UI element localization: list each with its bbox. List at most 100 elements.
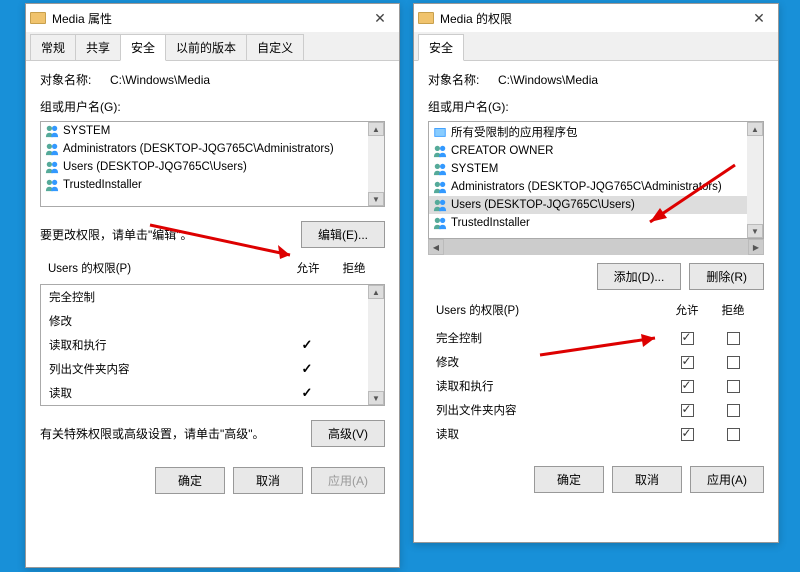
list-item-label: 所有受限制的应用程序包 bbox=[451, 124, 578, 140]
users-listbox[interactable]: SYSTEM Administrators (DESKTOP-JQG765C\A… bbox=[40, 121, 385, 207]
permissions-label: Users 的权限(P) bbox=[48, 260, 285, 276]
deny-checkbox[interactable] bbox=[710, 356, 756, 369]
scrollbar-vertical[interactable]: ▲▼ bbox=[368, 285, 384, 405]
table-row: 完全控制 bbox=[428, 326, 764, 350]
permissions-label: Users 的权限(P) bbox=[436, 302, 664, 318]
list-item[interactable]: Users (DESKTOP-JQG765C\Users) bbox=[41, 158, 384, 176]
scroll-up-icon[interactable]: ▲ bbox=[368, 122, 384, 136]
scroll-left-icon[interactable]: ◀ bbox=[428, 239, 444, 255]
list-item[interactable]: 所有受限制的应用程序包 bbox=[429, 122, 763, 142]
tab-security[interactable]: 安全 bbox=[120, 34, 166, 61]
scrollbar-vertical[interactable]: ▲▼ bbox=[747, 122, 763, 238]
allow-checkbox[interactable] bbox=[664, 356, 710, 369]
table-row: 写入 bbox=[41, 405, 384, 406]
perm-name: 修改 bbox=[49, 313, 284, 329]
allow-checkbox[interactable] bbox=[664, 428, 710, 441]
close-icon[interactable]: ✕ bbox=[744, 7, 774, 29]
cancel-button[interactable]: 取消 bbox=[233, 467, 303, 494]
list-item[interactable]: SYSTEM bbox=[41, 122, 384, 140]
ok-button[interactable]: 确定 bbox=[155, 467, 225, 494]
list-item-label: Administrators (DESKTOP-JQG765C\Administ… bbox=[451, 181, 722, 193]
allow-checkbox[interactable] bbox=[664, 404, 710, 417]
titlebar[interactable]: Media 属性 ✕ bbox=[26, 4, 399, 32]
properties-dialog: Media 属性 ✕ 常规 共享 安全 以前的版本 自定义 对象名称: C:\W… bbox=[25, 3, 400, 568]
allow-checkbox[interactable] bbox=[664, 332, 710, 345]
allow-checkbox[interactable] bbox=[664, 380, 710, 393]
scroll-up-icon[interactable]: ▲ bbox=[747, 122, 763, 136]
list-item-label: TrustedInstaller bbox=[451, 217, 530, 229]
perm-name: 读取 bbox=[436, 426, 664, 442]
perm-name: 列出文件夹内容 bbox=[49, 361, 284, 377]
user-icon bbox=[45, 142, 59, 156]
allow-header: 允许 bbox=[285, 260, 331, 276]
ok-button[interactable]: 确定 bbox=[534, 466, 604, 493]
scroll-right-icon[interactable]: ▶ bbox=[748, 239, 764, 255]
deny-checkbox[interactable] bbox=[710, 404, 756, 417]
perm-name: 列出文件夹内容 bbox=[436, 402, 664, 418]
list-item[interactable]: CREATOR OWNER bbox=[429, 142, 763, 160]
user-icon bbox=[45, 124, 59, 138]
list-item-label: SYSTEM bbox=[451, 163, 498, 175]
list-item[interactable]: TrustedInstaller bbox=[41, 176, 384, 194]
remove-button[interactable]: 删除(R) bbox=[689, 263, 764, 290]
allow-header: 允许 bbox=[664, 302, 710, 318]
tab-sharing[interactable]: 共享 bbox=[75, 34, 121, 60]
list-item[interactable]: Administrators (DESKTOP-JQG765C\Administ… bbox=[429, 178, 763, 196]
tab-security[interactable]: 安全 bbox=[418, 34, 464, 61]
deny-header: 拒绝 bbox=[331, 260, 377, 276]
table-row: 读取和执行 bbox=[428, 374, 764, 398]
table-row: 修改 bbox=[428, 350, 764, 374]
window-title: Media 属性 bbox=[52, 10, 365, 27]
scroll-down-icon[interactable]: ▼ bbox=[368, 391, 384, 405]
window-title: Media 的权限 bbox=[440, 10, 744, 27]
permissions-table: 完全控制 修改 读取和执行 列出文件夹内容 读取 bbox=[428, 326, 764, 446]
list-item[interactable]: Administrators (DESKTOP-JQG765C\Administ… bbox=[41, 140, 384, 158]
deny-checkbox[interactable] bbox=[710, 428, 756, 441]
folder-icon bbox=[418, 10, 434, 26]
scrollbar-horizontal[interactable]: ◀▶ bbox=[428, 239, 764, 255]
tab-customize[interactable]: 自定义 bbox=[246, 34, 304, 60]
tab-previous-versions[interactable]: 以前的版本 bbox=[165, 34, 247, 60]
cancel-button[interactable]: 取消 bbox=[612, 466, 682, 493]
edit-button[interactable]: 编辑(E)... bbox=[301, 221, 385, 248]
list-item[interactable]: Users (DESKTOP-JQG765C\Users) bbox=[429, 196, 763, 214]
object-name-label: 对象名称: bbox=[40, 71, 110, 88]
deny-checkbox[interactable] bbox=[710, 332, 756, 345]
apply-button[interactable]: 应用(A) bbox=[690, 466, 764, 493]
titlebar[interactable]: Media 的权限 ✕ bbox=[414, 4, 778, 32]
list-item-label: SYSTEM bbox=[63, 125, 110, 137]
folder-icon bbox=[30, 10, 46, 26]
list-item[interactable]: SYSTEM bbox=[429, 160, 763, 178]
permissions-dialog: Media 的权限 ✕ 安全 对象名称: C:\Windows\Media 组或… bbox=[413, 3, 779, 543]
list-item-label: Administrators (DESKTOP-JQG765C\Administ… bbox=[63, 143, 334, 155]
advanced-hint: 有关特殊权限或高级设置，请单击"高级"。 bbox=[40, 425, 311, 442]
allow-mark bbox=[284, 361, 330, 377]
scroll-up-icon[interactable]: ▲ bbox=[368, 285, 384, 299]
permissions-table: 完全控制 修改 读取和执行 列出文件夹内容 读取 写入 ▲▼ bbox=[40, 284, 385, 406]
content-pane: 对象名称: C:\Windows\Media 组或用户名(G): 所有受限制的应… bbox=[414, 61, 778, 456]
perm-name: 完全控制 bbox=[49, 289, 284, 305]
scroll-thumb[interactable] bbox=[444, 239, 748, 255]
list-item-label: Users (DESKTOP-JQG765C\Users) bbox=[63, 161, 247, 173]
users-listbox[interactable]: 所有受限制的应用程序包 CREATOR OWNER SYSTEM Adminis… bbox=[428, 121, 764, 239]
perm-name: 读取和执行 bbox=[436, 378, 664, 394]
scroll-down-icon[interactable]: ▼ bbox=[368, 192, 384, 206]
tab-general[interactable]: 常规 bbox=[30, 34, 76, 60]
package-icon bbox=[433, 125, 447, 139]
advanced-button[interactable]: 高级(V) bbox=[311, 420, 385, 447]
apply-button[interactable]: 应用(A) bbox=[311, 467, 385, 494]
table-row: 列出文件夹内容 bbox=[41, 357, 384, 381]
deny-checkbox[interactable] bbox=[710, 380, 756, 393]
user-icon bbox=[433, 216, 447, 230]
list-item[interactable]: TrustedInstaller bbox=[429, 214, 763, 232]
object-name-label: 对象名称: bbox=[428, 71, 498, 88]
close-icon[interactable]: ✕ bbox=[365, 7, 395, 29]
perm-name: 读取 bbox=[49, 385, 284, 401]
scrollbar-vertical[interactable]: ▲▼ bbox=[368, 122, 384, 206]
add-button[interactable]: 添加(D)... bbox=[597, 263, 682, 290]
edit-hint: 要更改权限，请单击"编辑"。 bbox=[40, 226, 301, 243]
user-icon bbox=[433, 144, 447, 158]
group-users-label: 组或用户名(G): bbox=[40, 98, 385, 115]
list-item-label: TrustedInstaller bbox=[63, 179, 142, 191]
scroll-down-icon[interactable]: ▼ bbox=[747, 224, 763, 238]
